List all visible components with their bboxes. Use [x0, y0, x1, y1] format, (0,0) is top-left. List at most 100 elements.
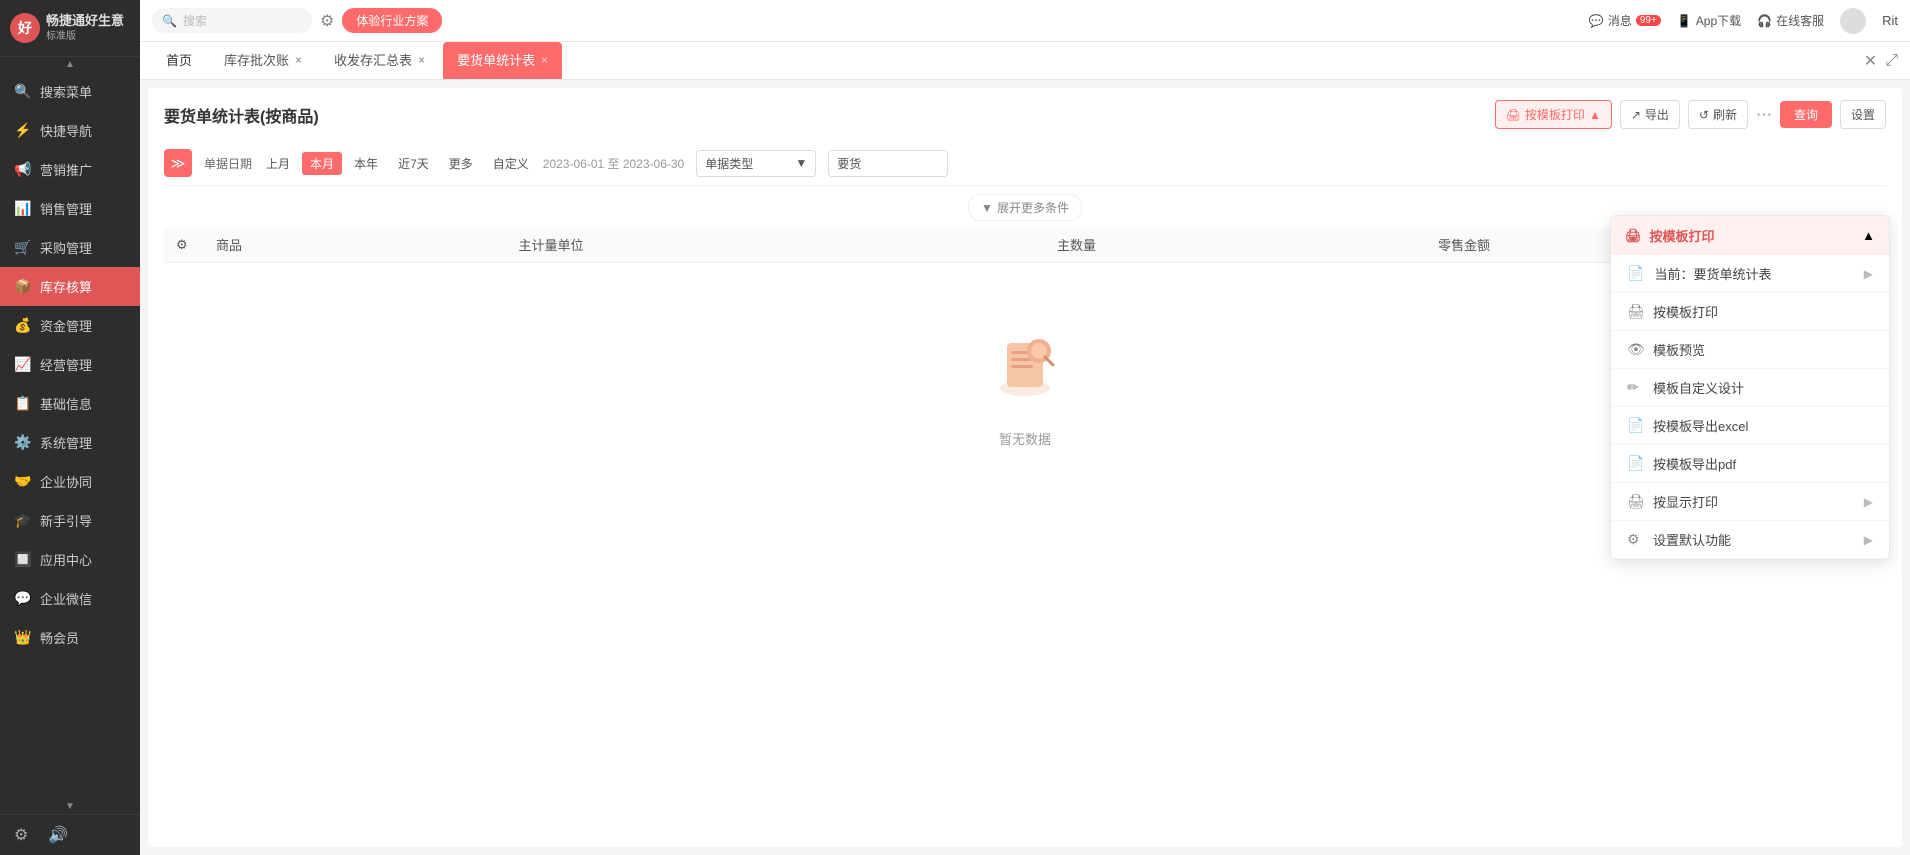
dropdown-close-icon[interactable]: ▲: [1862, 228, 1875, 243]
messages-badge: 99+: [1636, 15, 1661, 26]
tab-close-icon[interactable]: ×: [295, 53, 302, 67]
more-options-button[interactable]: ···: [1756, 106, 1772, 124]
demand-goods-select[interactable]: 要货: [828, 150, 948, 177]
sidebar-item-guide[interactable]: 🎓 新手引导: [0, 501, 140, 540]
current-template-item[interactable]: 📄 当前：要货单统计表 ▶: [1611, 255, 1889, 293]
expand-more-icon: ▼: [981, 201, 993, 215]
tab-label: 库存批次账: [224, 50, 289, 69]
table-settings-icon[interactable]: ⚙: [176, 237, 188, 252]
empty-state-text: 暂无数据: [999, 429, 1051, 448]
default-func-icon: ⚙: [1627, 531, 1643, 548]
date-filter-group: 单据日期 上月 本月 本年 近7天 更多 自定义 2023-06-01 至 20…: [204, 152, 684, 175]
messages-label: 消息: [1608, 12, 1632, 29]
expand-more-label: 展开更多条件: [997, 199, 1069, 216]
date-opt-custom[interactable]: 自定义: [485, 152, 537, 175]
dropdown-item-display-print[interactable]: 🖨 按显示打印 ▶: [1611, 483, 1889, 521]
date-opt-more[interactable]: 更多: [441, 152, 481, 175]
col-unit: 主计量单位: [507, 227, 1045, 263]
dropdown-header[interactable]: 🖨 按模板打印 ▲: [1611, 216, 1889, 255]
date-opt-prev-month[interactable]: 上月: [258, 152, 298, 175]
date-opt-7days[interactable]: 近7天: [390, 152, 437, 175]
header-settings-icon[interactable]: ⚙: [320, 11, 334, 31]
sound-icon[interactable]: 🔊: [48, 825, 68, 845]
header-search[interactable]: 🔍 搜索: [152, 8, 312, 33]
sidebar-bottom: ⚙ 🔊: [0, 814, 140, 855]
sidebar-item-label: 新手引导: [40, 511, 92, 530]
current-template-icon: 📄: [1627, 265, 1644, 282]
sidebar-item-member[interactable]: 👑 畅会员: [0, 618, 140, 657]
sidebar-item-purchase[interactable]: 🛒 采购管理: [0, 228, 140, 267]
current-template-label: 当前：要货单统计表: [1654, 264, 1771, 283]
order-type-label: 单据类型: [705, 155, 753, 172]
dropdown-item-template-custom[interactable]: ✏ 模板自定义设计: [1611, 369, 1889, 407]
dropdown-item-default-func[interactable]: ⚙ 设置默认功能 ▶: [1611, 521, 1889, 559]
sidebar-item-search[interactable]: 🔍 搜索菜单: [0, 72, 140, 111]
date-opt-current-year[interactable]: 本年: [346, 152, 386, 175]
tab-collection-summary[interactable]: 收发存汇总表 ×: [320, 42, 439, 79]
message-icon: 💬: [1589, 14, 1604, 28]
order-type-select[interactable]: 单据类型 ▼: [696, 150, 816, 177]
user-avatar[interactable]: [1840, 8, 1866, 34]
sidebar-item-appstore[interactable]: 🔲 应用中心: [0, 540, 140, 579]
item-label: 按模板导出pdf: [1653, 454, 1736, 473]
query-button[interactable]: 查询: [1780, 101, 1832, 128]
app-download-button[interactable]: 📱 App下载: [1677, 12, 1741, 29]
date-opt-current-month[interactable]: 本月: [302, 152, 342, 175]
logo-icon: 好: [10, 13, 40, 43]
sidebar-item-sales[interactable]: 📊 销售管理: [0, 189, 140, 228]
main-area: 🔍 搜索 ⚙ 体验行业方案 💬 消息 99+ 📱 App下载 🎧 在线客服 Ri…: [140, 0, 1910, 855]
printer-icon: 🖨: [1506, 108, 1521, 122]
chevron-right-icon: ▶: [1864, 495, 1873, 509]
tab-close-icon[interactable]: ×: [418, 53, 425, 67]
header-actions: 💬 消息 99+ 📱 App下载 🎧 在线客服 Rit: [1589, 8, 1898, 34]
export-button[interactable]: ↗ 导出: [1620, 100, 1680, 129]
print-template-button[interactable]: 🖨 按模板打印 ▲: [1495, 100, 1612, 129]
close-all-tabs-icon[interactable]: ✕: [1864, 51, 1877, 71]
print-dropdown-popup: 🖨 按模板打印 ▲ 📄 当前：要货单统计表 ▶ 🖨 按模板打印 👁: [1610, 215, 1890, 560]
expand-tab-icon[interactable]: ⤢: [1885, 52, 1898, 70]
messages-button[interactable]: 💬 消息 99+: [1589, 12, 1661, 29]
sidebar: 好 畅捷通好生意 标准版 ▲ 🔍 搜索菜单 ⚡ 快捷导航 📢 营销推广 📊 销售…: [0, 0, 140, 855]
col-qty: 主数量: [1045, 227, 1426, 263]
sidebar-item-marketing[interactable]: 📢 营销推广: [0, 150, 140, 189]
sidebar-item-wechat[interactable]: 💬 企业微信: [0, 579, 140, 618]
design-icon: ✏: [1627, 379, 1643, 396]
user-name[interactable]: Rit: [1882, 13, 1898, 28]
sidebar-item-system[interactable]: ⚙️ 系统管理: [0, 423, 140, 462]
sidebar-item-inventory[interactable]: 📦 库存核算: [0, 267, 140, 306]
sidebar-scroll-down[interactable]: ▼: [0, 799, 140, 814]
operation-icon: 📈: [14, 356, 32, 374]
refresh-button[interactable]: ↺ 刷新: [1688, 100, 1748, 129]
collab-icon: 🤝: [14, 473, 32, 491]
settings-button[interactable]: 设置: [1840, 100, 1886, 129]
dropdown-item-template-preview[interactable]: 👁 模板预览: [1611, 331, 1889, 369]
download-icon: 📱: [1677, 14, 1692, 28]
dropdown-item-export-pdf[interactable]: 📄 按模板导出pdf: [1611, 445, 1889, 483]
search-placeholder: 搜索: [183, 12, 207, 29]
sidebar-nav: 🔍 搜索菜单 ⚡ 快捷导航 📢 营销推广 📊 销售管理 🛒 采购管理 📦 库存核…: [0, 72, 140, 799]
sidebar-scroll-up[interactable]: ▲: [0, 57, 140, 72]
online-service-button[interactable]: 🎧 在线客服: [1757, 12, 1824, 29]
expand-more-button[interactable]: ▼ 展开更多条件: [968, 194, 1082, 221]
date-range-value: 2023-06-01 至 2023-06-30: [543, 155, 684, 172]
tab-close-icon[interactable]: ×: [541, 53, 548, 67]
col-settings[interactable]: ⚙: [164, 227, 204, 263]
sidebar-item-operation[interactable]: 📈 经营管理: [0, 345, 140, 384]
dropdown-item-template-print[interactable]: 🖨 按模板打印: [1611, 293, 1889, 331]
dropdown-item-export-excel[interactable]: 📄 按模板导出excel: [1611, 407, 1889, 445]
marketing-icon: 📢: [14, 161, 32, 179]
empty-illustration: [985, 323, 1065, 403]
tab-demand-stats[interactable]: 要货单统计表 ×: [443, 42, 562, 79]
tab-batch-account[interactable]: 库存批次账 ×: [210, 42, 316, 79]
sidebar-item-label: 资金管理: [40, 316, 92, 335]
member-icon: 👑: [14, 629, 32, 647]
sidebar-item-basic[interactable]: 📋 基础信息: [0, 384, 140, 423]
promo-button[interactable]: 体验行业方案: [342, 8, 442, 33]
tab-home[interactable]: 首页: [152, 42, 206, 79]
sidebar-item-quick-nav[interactable]: ⚡ 快捷导航: [0, 111, 140, 150]
item-label: 按模板打印: [1653, 302, 1718, 321]
filter-expand-toggle[interactable]: ≫: [164, 149, 192, 177]
sidebar-item-collab[interactable]: 🤝 企业协同: [0, 462, 140, 501]
settings-icon[interactable]: ⚙: [14, 825, 28, 845]
sidebar-item-finance[interactable]: 💰 资金管理: [0, 306, 140, 345]
